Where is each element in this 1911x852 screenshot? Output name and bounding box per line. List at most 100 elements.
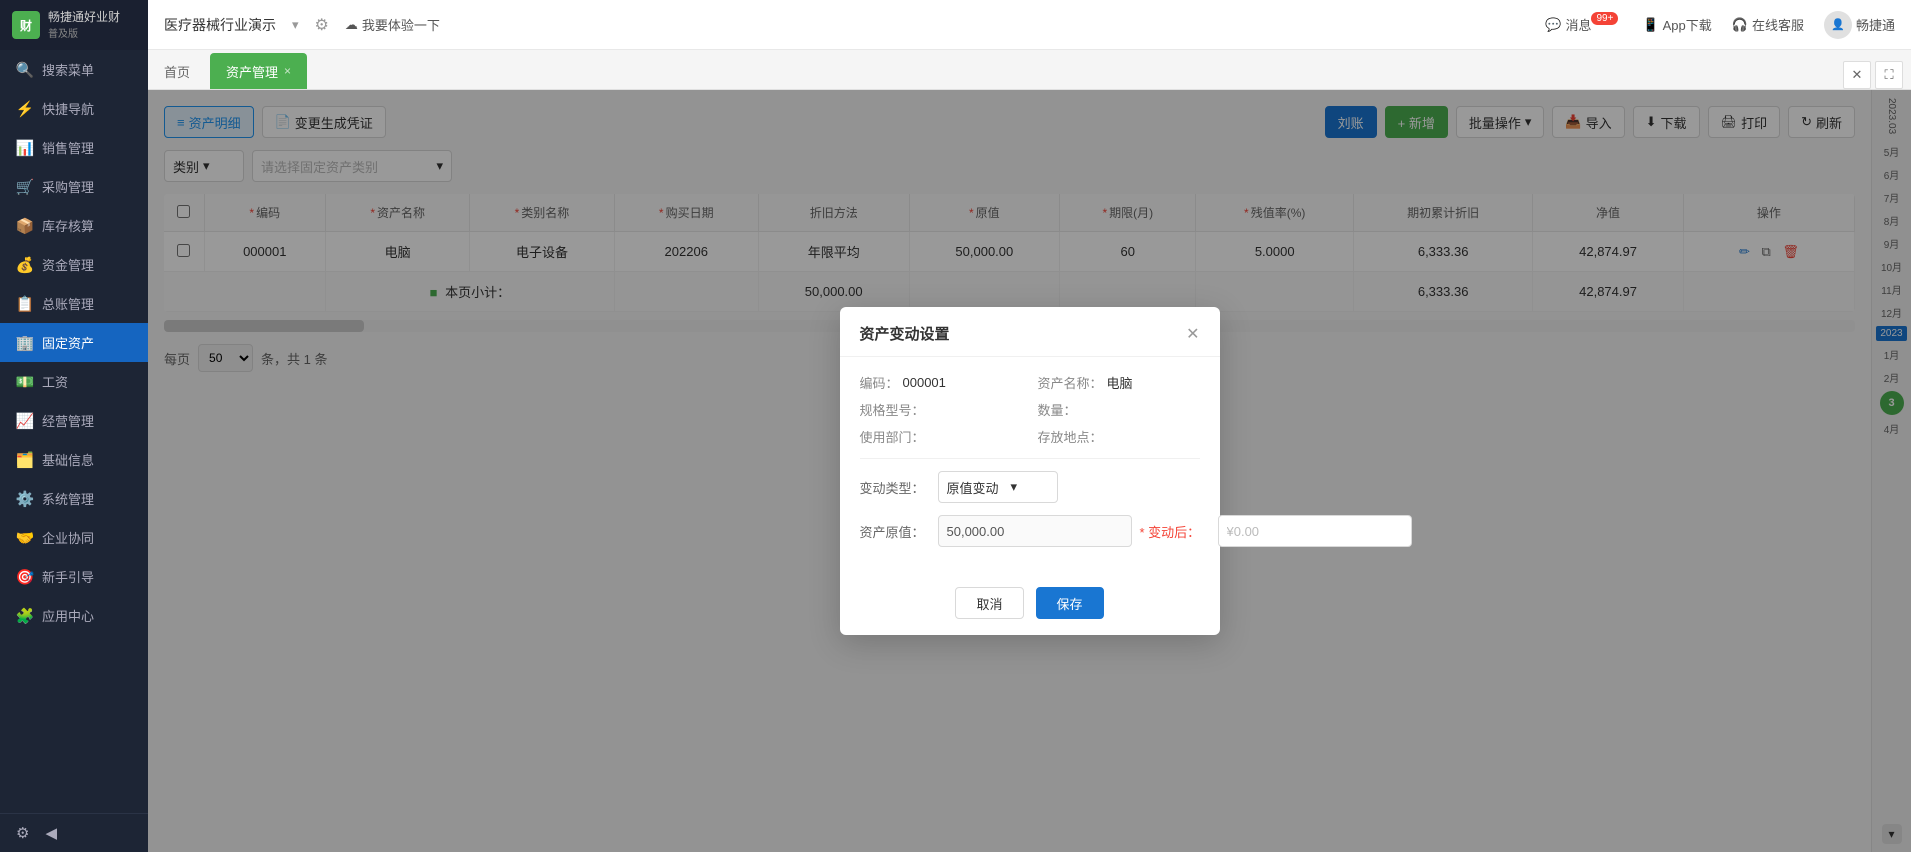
sidebar-item-label: 资金管理 xyxy=(42,255,94,274)
sales-icon: 📊 xyxy=(16,139,34,157)
sidebar-item-label: 搜索菜单 xyxy=(42,60,94,79)
sidebar-item-guide[interactable]: 🎯 新手引导 xyxy=(0,557,148,596)
sidebar-item-collab[interactable]: 🤝 企业协同 xyxy=(0,518,148,557)
notification-btn[interactable]: 💬 消息 99+ xyxy=(1545,15,1622,34)
appstore-icon: 🧩 xyxy=(16,607,34,625)
service-label: 在线客服 xyxy=(1752,15,1804,34)
modal-spec-field: 规格型号： xyxy=(860,400,1022,419)
cancel-button[interactable]: 取消 xyxy=(955,587,1023,619)
sidebar-item-quicknav[interactable]: ⚡ 快捷导航 xyxy=(0,89,148,128)
sidebar-item-label: 销售管理 xyxy=(42,138,94,157)
user-profile-btn[interactable]: 👤 畅捷通 xyxy=(1824,11,1895,39)
service-icon: 🎧 xyxy=(1732,17,1748,33)
sidebar-item-label: 基础信息 xyxy=(42,450,94,469)
logo-icon: 财 xyxy=(12,11,40,39)
collapse-icon[interactable]: ◀ xyxy=(45,824,57,842)
collab-icon: 🤝 xyxy=(16,529,34,547)
tab-asset-management[interactable]: 资产管理 × xyxy=(210,53,307,89)
sidebar-item-search[interactable]: 🔍 搜索菜单 xyxy=(0,50,148,89)
quicknav-icon: ⚡ xyxy=(16,100,34,118)
modal-code-field: 编码： 000001 xyxy=(860,373,1022,392)
try-label: 我要体验一下 xyxy=(362,15,440,34)
modal-overlay: 资产变动设置 ✕ 编码： 000001 资产名称： 电脑 xyxy=(148,90,1911,852)
sidebar-item-base[interactable]: 🗂️ 基础信息 xyxy=(0,440,148,479)
tab-close-icon[interactable]: × xyxy=(284,64,291,78)
ledger-icon: 📋 xyxy=(16,295,34,313)
sidebar-item-label: 企业协同 xyxy=(42,528,94,547)
search-icon: 🔍 xyxy=(16,61,34,79)
app-version: 普及版 xyxy=(48,25,120,40)
settings-gear-icon[interactable]: ⚙ xyxy=(315,15,329,35)
sidebar-item-label: 总账管理 xyxy=(42,294,94,313)
dept-label: 使用部门： xyxy=(860,427,925,446)
modal-body: 编码： 000001 资产名称： 电脑 规格型号： 数量： xyxy=(840,357,1220,575)
asset-name-label: 资产名称： xyxy=(1038,373,1103,392)
settings-icon[interactable]: ⚙ xyxy=(16,824,29,842)
tab-home[interactable]: 首页 xyxy=(148,53,206,89)
maximize-tab-btn[interactable]: ⛶ xyxy=(1875,61,1903,89)
top-header: 医疗器械行业演示 ▾ ⚙ ☁ 我要体验一下 💬 消息 99+ 📱 App下载 🎧… xyxy=(148,0,1911,50)
change-type-dropdown-icon: ▾ xyxy=(1011,479,1018,495)
notification-badge: 99+ xyxy=(1591,12,1618,25)
qty-label: 数量： xyxy=(1038,400,1077,419)
download-label: App下载 xyxy=(1663,15,1712,34)
sidebar-item-purchase[interactable]: 🛒 采购管理 xyxy=(0,167,148,206)
system-icon: ⚙️ xyxy=(16,490,34,508)
sidebar-item-label: 经营管理 xyxy=(42,411,94,430)
main-area: 医疗器械行业演示 ▾ ⚙ ☁ 我要体验一下 💬 消息 99+ 📱 App下载 🎧… xyxy=(148,0,1911,852)
original-value-label: 资产原值： xyxy=(860,522,930,541)
cloud-icon: ☁ xyxy=(345,17,358,33)
sidebar-item-system[interactable]: ⚙️ 系统管理 xyxy=(0,479,148,518)
sidebar-item-label: 系统管理 xyxy=(42,489,94,508)
app-download-btn[interactable]: 📱 App下载 xyxy=(1642,15,1711,34)
location-label: 存放地点： xyxy=(1038,427,1103,446)
sidebar-item-label: 应用中心 xyxy=(42,606,94,625)
tab-actions: ✕ ⛶ xyxy=(1843,61,1911,89)
modal-close-icon[interactable]: ✕ xyxy=(1186,324,1199,344)
spec-label: 规格型号： xyxy=(860,400,925,419)
customer-service-btn[interactable]: 🎧 在线客服 xyxy=(1732,15,1804,34)
inventory-icon: 📦 xyxy=(16,217,34,235)
guide-icon: 🎯 xyxy=(16,568,34,586)
asset-name-value: 电脑 xyxy=(1107,373,1133,392)
sidebar-item-appstore[interactable]: 🧩 应用中心 xyxy=(0,596,148,635)
modal-title: 资产变动设置 xyxy=(860,323,950,344)
original-value-row: 资产原值： * 变动后： xyxy=(860,515,1200,547)
sidebar-item-fixed[interactable]: 🏢 固定资产 xyxy=(0,323,148,362)
try-experience-btn[interactable]: ☁ 我要体验一下 xyxy=(345,15,440,34)
content-area: ≡ 资产明细 📄 变更生成凭证 刘账 + 新增 批量操作 ▾ xyxy=(148,90,1911,852)
change-type-row: 变动类型： 原值变动 ▾ xyxy=(860,471,1200,503)
modal-info-grid: 编码： 000001 资产名称： 电脑 规格型号： 数量： xyxy=(860,373,1200,446)
modal-asset-change: 资产变动设置 ✕ 编码： 000001 资产名称： 电脑 xyxy=(840,307,1220,635)
payroll-icon: 💵 xyxy=(16,373,34,391)
modal-dept-field: 使用部门： xyxy=(860,427,1022,446)
base-icon: 🗂️ xyxy=(16,451,34,469)
app-name: 畅捷通好业财 xyxy=(48,10,120,26)
change-type-value: 原值变动 xyxy=(947,478,999,497)
sidebar-item-label: 库存核算 xyxy=(42,216,94,235)
modal-name-field: 资产名称： 电脑 xyxy=(1038,373,1200,392)
sidebar-item-inventory[interactable]: 📦 库存核算 xyxy=(0,206,148,245)
change-type-select[interactable]: 原值变动 ▾ xyxy=(938,471,1058,503)
after-value-input[interactable] xyxy=(1218,515,1412,547)
header-right: 💬 消息 99+ 📱 App下载 🎧 在线客服 👤 畅捷通 xyxy=(1545,11,1895,39)
operations-icon: 📈 xyxy=(16,412,34,430)
save-button[interactable]: 保存 xyxy=(1036,587,1104,619)
close-tab-btn[interactable]: ✕ xyxy=(1843,61,1871,89)
sidebar-item-ledger[interactable]: 📋 总账管理 xyxy=(0,284,148,323)
dropdown-icon[interactable]: ▾ xyxy=(292,17,299,33)
change-type-label: 变动类型： xyxy=(860,478,930,497)
sidebar-item-operations[interactable]: 📈 经营管理 xyxy=(0,401,148,440)
sidebar-item-sales[interactable]: 📊 销售管理 xyxy=(0,128,148,167)
notification-icon: 💬 xyxy=(1545,17,1561,33)
original-value-input[interactable] xyxy=(938,515,1132,547)
username: 畅捷通 xyxy=(1856,15,1895,34)
company-name: 医疗器械行业演示 xyxy=(164,15,276,35)
purchase-icon: 🛒 xyxy=(16,178,34,196)
sidebar-bottom: ⚙ ◀ xyxy=(0,813,148,852)
avatar: 👤 xyxy=(1824,11,1852,39)
code-value: 000001 xyxy=(903,375,946,390)
sidebar-item-finance[interactable]: 💰 资金管理 xyxy=(0,245,148,284)
sidebar-item-payroll[interactable]: 💵 工资 xyxy=(0,362,148,401)
sidebar-item-label: 工资 xyxy=(42,372,68,391)
